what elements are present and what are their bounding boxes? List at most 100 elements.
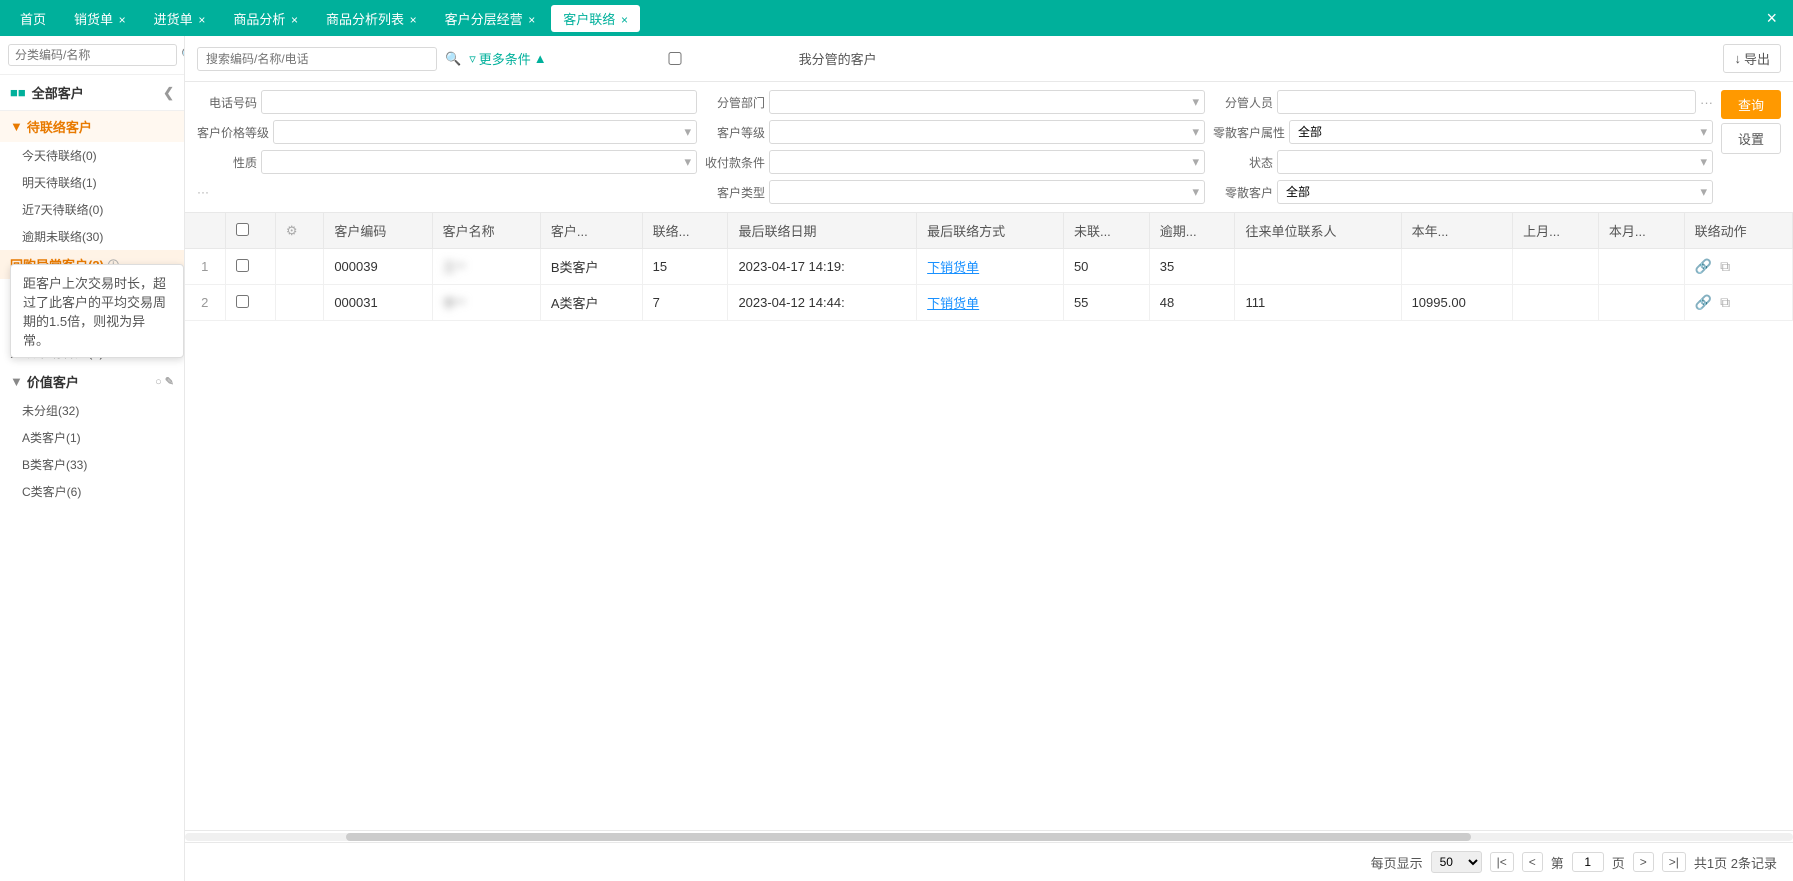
settings-button[interactable]: 设置	[1721, 123, 1781, 154]
payment-select[interactable]	[769, 150, 1205, 174]
next-page-button[interactable]: >	[1633, 852, 1654, 872]
nav-product-analysis[interactable]: 商品分析 ×	[221, 5, 310, 32]
payment-label: 收付款条件	[705, 154, 765, 171]
col-checkbox	[225, 213, 275, 249]
row1-contact: 15	[642, 249, 728, 285]
chevron-up-icon: ▲	[534, 51, 547, 66]
grid-icon: ■■	[10, 85, 26, 100]
my-customers-checkbox[interactable]	[555, 52, 795, 65]
window-close-button[interactable]: ×	[1758, 8, 1785, 29]
scrollbar-thumb[interactable]	[346, 833, 1472, 841]
sidebar-value-a-class[interactable]: A类客户(1)	[0, 424, 184, 451]
nav-close-purchase[interactable]: ×	[198, 13, 205, 27]
col-unit-contact: 往来单位联系人	[1235, 213, 1401, 249]
customer-type-select[interactable]	[769, 180, 1205, 204]
nav-close-segment[interactable]: ×	[528, 13, 535, 27]
filter-row-1: 电话号码 分管部门 ▾ 分管人员	[197, 90, 1713, 114]
sidebar-overdue-contact[interactable]: 逾期未联络(30)	[0, 223, 184, 250]
customers-table: ⚙ 客户编码 客户名称 客户... 联络... 最后联络日期 最后联络方式 未联…	[185, 213, 1793, 321]
row2-last-method: 下销货单	[917, 285, 1064, 321]
nav-close-sales[interactable]: ×	[119, 13, 126, 27]
sidebar-value-c-class[interactable]: C类客户(6)	[0, 478, 184, 505]
sidebar-search-input[interactable]	[8, 44, 177, 66]
filter-actions: 查询 设置	[1721, 90, 1781, 154]
status-select[interactable]	[1277, 150, 1713, 174]
pagination-bar: 每页显示 50 20 100 |< < 第 页 > >| 共1页 2条记录	[185, 842, 1793, 881]
my-customers-checkbox-label: 我分管的客户	[555, 49, 877, 68]
nav-purchase-order[interactable]: 进货单 ×	[142, 5, 218, 32]
sidebar-search-icon[interactable]: 🔍	[181, 47, 185, 63]
nav-close-contact[interactable]: ×	[621, 13, 628, 27]
phone-input[interactable]	[261, 90, 697, 114]
sidebar-value-unclassified[interactable]: 未分组(32)	[0, 397, 184, 424]
row2-checkbox[interactable]	[236, 295, 249, 308]
more-conditions-button[interactable]: ▿ 更多条件 ▲	[469, 49, 546, 68]
sidebar-tomorrow-contact[interactable]: 明天待联络(1)	[0, 169, 184, 196]
per-page-select[interactable]: 50 20 100	[1431, 851, 1482, 873]
pending-contact-group[interactable]: ▼ 待联络客户	[0, 111, 184, 142]
row2-unit-contact: 111	[1235, 285, 1401, 321]
row1-index: 1	[185, 249, 225, 285]
sidebar: 🔍 ■■ 全部客户 ❮ ▼ 待联络客户 今天待联络(0) 明天待联络(1) 近7…	[0, 36, 185, 881]
table-settings-icon[interactable]: ⚙	[286, 223, 298, 238]
nav-customer-segment[interactable]: 客户分层经营 ×	[433, 5, 548, 32]
sidebar-collapse-icon[interactable]: ❮	[163, 85, 174, 101]
nav-sales-order[interactable]: 销货单 ×	[62, 5, 138, 32]
horizontal-scrollbar[interactable]	[185, 830, 1793, 842]
payment-field: 收付款条件 ▾	[705, 150, 1205, 174]
customer-type-field: 客户类型 ▾	[705, 180, 1205, 204]
sidebar-today-contact[interactable]: 今天待联络(0)	[0, 142, 184, 169]
nav-product-analysis-list[interactable]: 商品分析列表 ×	[314, 5, 429, 32]
filter-icon: ▿	[469, 51, 476, 67]
select-all-checkbox[interactable]	[236, 223, 249, 236]
filter-row-4: ··· 客户类型 ▾ 零散客户 全部	[197, 180, 1713, 204]
export-button[interactable]: ↓ 导出	[1723, 44, 1781, 73]
price-grade-select-wrap: ▾	[273, 120, 697, 144]
col-overdue: 逾期...	[1149, 213, 1235, 249]
row2-last-month	[1513, 285, 1599, 321]
col-this-month: 本月...	[1598, 213, 1684, 249]
phone-label: 电话号码	[197, 94, 257, 111]
nature-select[interactable]	[261, 150, 697, 174]
scatter-attr-select[interactable]: 全部	[1289, 120, 1713, 144]
nav-close-product-list[interactable]: ×	[410, 13, 417, 27]
nav-close-product-analysis[interactable]: ×	[291, 13, 298, 27]
search-input[interactable]	[197, 47, 437, 71]
row1-grid-icon[interactable]: ⧉	[1720, 258, 1730, 275]
row1-link-icon[interactable]: 🔗	[1695, 258, 1712, 275]
price-grade-select[interactable]	[273, 120, 697, 144]
page-number-input[interactable]	[1572, 852, 1604, 872]
query-button[interactable]: 查询	[1721, 90, 1781, 119]
row2-link-icon[interactable]: 🔗	[1695, 294, 1712, 311]
col-last-date: 最后联络日期	[728, 213, 917, 249]
all-customers-header[interactable]: ■■ 全部客户 ❮	[0, 75, 184, 111]
prev-page-button[interactable]: <	[1522, 852, 1543, 872]
nav-home[interactable]: 首页	[8, 5, 58, 32]
sidebar-value-b-class[interactable]: B类客户(33)	[0, 451, 184, 478]
col-last-month: 上月...	[1513, 213, 1599, 249]
row1-last-method: 下销货单	[917, 249, 1064, 285]
scatter-attr-field: 零散客户属性 全部 ▾	[1213, 120, 1713, 144]
manager-ellipsis-icon[interactable]: ···	[1700, 95, 1713, 110]
filter-search-icon[interactable]: 🔍	[445, 51, 461, 67]
row2-checkbox-cell	[225, 285, 275, 321]
more-filter-button[interactable]: ···	[197, 185, 209, 199]
manager-input[interactable]	[1277, 90, 1696, 114]
row2-type: A类客户	[540, 285, 642, 321]
row1-checkbox[interactable]	[236, 259, 249, 272]
value-customers-group[interactable]: ▼ 价值客户 ○ ✎	[0, 366, 184, 397]
sidebar-7days-contact[interactable]: 近7天待联络(0)	[0, 196, 184, 223]
last-page-button[interactable]: >|	[1662, 852, 1686, 872]
row1-this-month	[1598, 249, 1684, 285]
value-group-icons[interactable]: ○ ✎	[155, 375, 174, 388]
row1-uncontacted: 50	[1063, 249, 1149, 285]
export-icon: ↓	[1734, 51, 1741, 66]
first-page-button[interactable]: |<	[1490, 852, 1514, 872]
row1-code: 000039	[324, 249, 432, 285]
row2-grid-icon[interactable]: ⧉	[1720, 294, 1730, 311]
department-select[interactable]	[769, 90, 1205, 114]
row2-action: 🔗 ⧉	[1684, 285, 1792, 321]
nav-customer-contact[interactable]: 客户联络 ×	[551, 5, 640, 32]
scatter-customer-select[interactable]: 全部	[1277, 180, 1713, 204]
customer-grade-select[interactable]	[769, 120, 1205, 144]
